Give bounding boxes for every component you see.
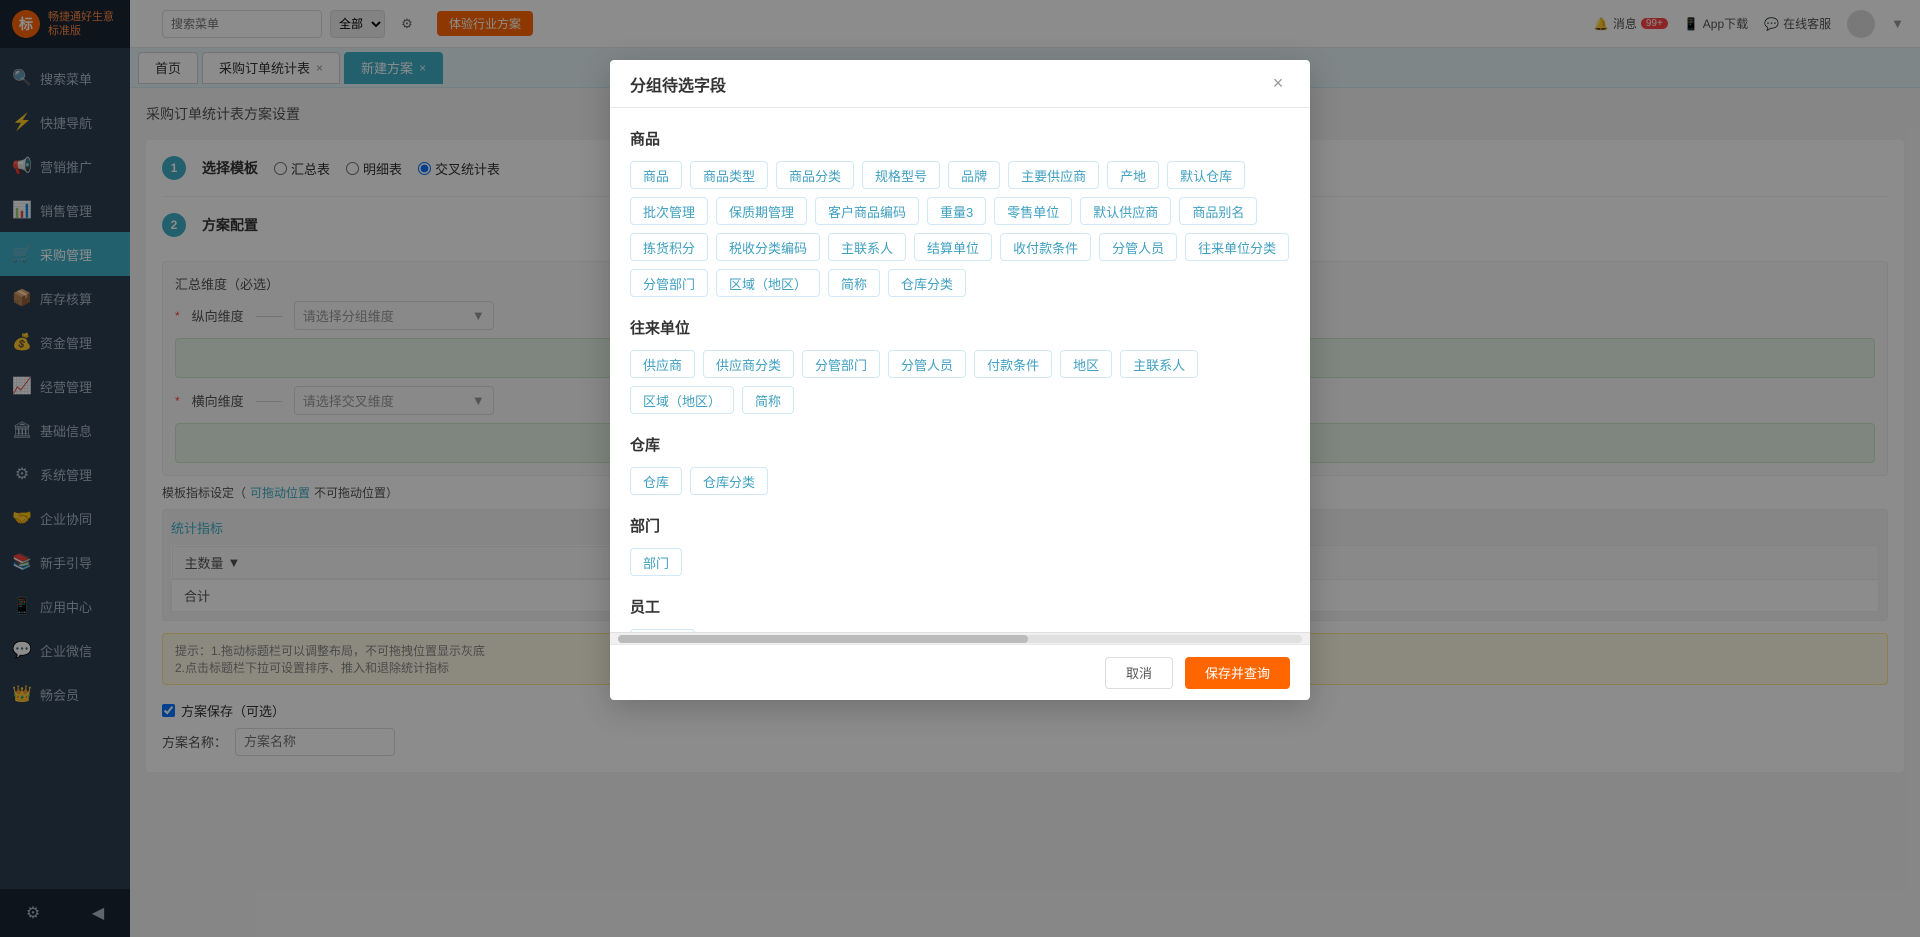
field-tag[interactable]: 商品分类 xyxy=(776,161,854,189)
field-tag[interactable]: 付款条件 xyxy=(974,350,1052,378)
field-group-部门: 部门部门 xyxy=(630,515,1290,576)
field-group-商品: 商品商品商品类型商品分类规格型号品牌主要供应商产地默认仓库批次管理保质期管理客户… xyxy=(630,128,1290,297)
field-group-员工: 员工业务员 xyxy=(630,596,1290,632)
field-tag[interactable]: 零售单位 xyxy=(994,197,1072,225)
field-tag[interactable]: 批次管理 xyxy=(630,197,708,225)
field-tag[interactable]: 客户商品编码 xyxy=(815,197,919,225)
modal-header: 分组待选字段 × xyxy=(610,60,1310,108)
field-group-title: 往来单位 xyxy=(630,317,1290,338)
field-tag[interactable]: 保质期管理 xyxy=(716,197,807,225)
modal-footer: 取消 保存并查询 xyxy=(610,644,1310,700)
field-tag[interactable]: 供应商 xyxy=(630,350,695,378)
field-tags: 部门 xyxy=(630,548,1290,576)
field-tag[interactable]: 简称 xyxy=(742,386,794,414)
field-tag[interactable]: 供应商分类 xyxy=(703,350,794,378)
field-tag[interactable]: 主联系人 xyxy=(1120,350,1198,378)
field-group-title: 商品 xyxy=(630,128,1290,149)
field-tag[interactable]: 仓库 xyxy=(630,467,682,495)
field-tag[interactable]: 品牌 xyxy=(948,161,1000,189)
cancel-button[interactable]: 取消 xyxy=(1105,657,1173,689)
field-tag[interactable]: 简称 xyxy=(828,269,880,297)
field-tag[interactable]: 结算单位 xyxy=(914,233,992,261)
field-tag[interactable]: 拣货积分 xyxy=(630,233,708,261)
scroll-thumb xyxy=(618,635,1028,643)
field-select-modal: 分组待选字段 × 商品商品商品类型商品分类规格型号品牌主要供应商产地默认仓库批次… xyxy=(610,60,1310,700)
modal-body: 商品商品商品类型商品分类规格型号品牌主要供应商产地默认仓库批次管理保质期管理客户… xyxy=(610,108,1310,632)
field-tag[interactable]: 主联系人 xyxy=(828,233,906,261)
field-tag[interactable]: 地区 xyxy=(1060,350,1112,378)
field-tag[interactable]: 商品别名 xyxy=(1179,197,1257,225)
field-tags: 仓库仓库分类 xyxy=(630,467,1290,495)
field-tag[interactable]: 重量3 xyxy=(927,197,986,225)
field-tag[interactable]: 主要供应商 xyxy=(1008,161,1099,189)
field-tag[interactable]: 默认仓库 xyxy=(1167,161,1245,189)
field-tag[interactable]: 默认供应商 xyxy=(1080,197,1171,225)
field-group-title: 部门 xyxy=(630,515,1290,536)
field-tag[interactable]: 规格型号 xyxy=(862,161,940,189)
field-tag[interactable]: 区域（地区） xyxy=(716,269,820,297)
field-tag[interactable]: 产地 xyxy=(1107,161,1159,189)
field-tag[interactable]: 往来单位分类 xyxy=(1185,233,1289,261)
scroll-track xyxy=(618,635,1302,643)
modal-overlay: 分组待选字段 × 商品商品商品类型商品分类规格型号品牌主要供应商产地默认仓库批次… xyxy=(0,0,1920,937)
field-tags: 供应商供应商分类分管部门分管人员付款条件地区主联系人区域（地区） 简称 xyxy=(630,350,1290,414)
save-query-button[interactable]: 保存并查询 xyxy=(1185,657,1290,689)
field-group-title: 仓库 xyxy=(630,434,1290,455)
field-tag[interactable]: 仓库分类 xyxy=(690,467,768,495)
field-tag[interactable]: 分管部门 xyxy=(630,269,708,297)
field-tag[interactable]: 部门 xyxy=(630,548,682,576)
field-tag[interactable]: 分管人员 xyxy=(1099,233,1177,261)
field-tag[interactable]: 区域（地区） xyxy=(630,386,734,414)
field-tag[interactable]: 商品 xyxy=(630,161,682,189)
field-tag[interactable]: 税收分类编码 xyxy=(716,233,820,261)
field-group-仓库: 仓库仓库仓库分类 xyxy=(630,434,1290,495)
field-tag[interactable]: 分管部门 xyxy=(802,350,880,378)
field-tag[interactable]: 收付款条件 xyxy=(1000,233,1091,261)
field-tags: 商品商品类型商品分类规格型号品牌主要供应商产地默认仓库批次管理保质期管理客户商品… xyxy=(630,161,1290,297)
field-tag[interactable]: 分管人员 xyxy=(888,350,966,378)
field-tag[interactable]: 商品类型 xyxy=(690,161,768,189)
field-group-title: 员工 xyxy=(630,596,1290,617)
field-group-往来单位: 往来单位供应商供应商分类分管部门分管人员付款条件地区主联系人区域（地区） 简称 xyxy=(630,317,1290,414)
modal-title: 分组待选字段 xyxy=(630,72,726,96)
modal-close-button[interactable]: × xyxy=(1266,72,1290,96)
field-tag[interactable]: 仓库分类 xyxy=(888,269,966,297)
modal-horizontal-scrollbar[interactable] xyxy=(610,632,1310,644)
